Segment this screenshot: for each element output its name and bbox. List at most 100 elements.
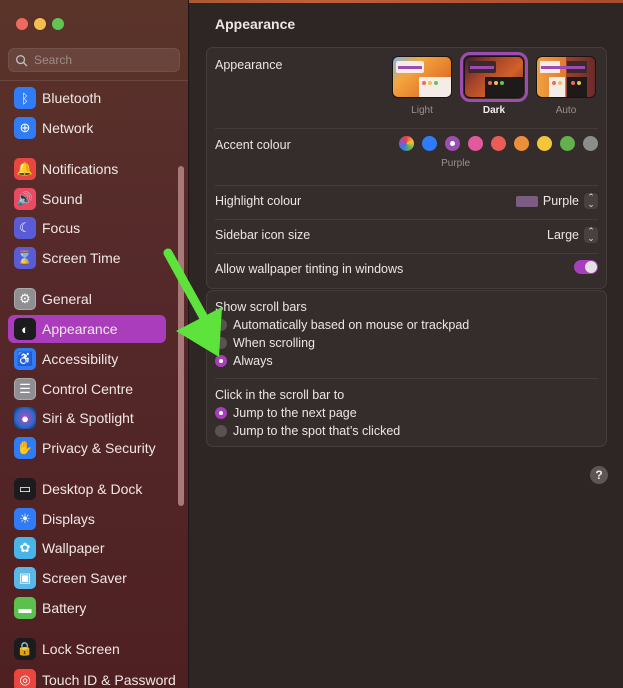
lock-icon: 🔒: [14, 638, 36, 660]
sidebar-item-appearance[interactable]: ◐ Appearance: [8, 315, 166, 343]
radio-button[interactable]: [215, 337, 227, 349]
sidebar-item-label: Network: [42, 120, 94, 136]
radio-button[interactable]: [215, 407, 227, 419]
theme-label-dark: Dark: [482, 105, 506, 116]
sidebar-item-sound[interactable]: 🔊 Sound: [8, 185, 166, 213]
divider: [215, 219, 598, 220]
highlight-colour-row: Highlight colour Purple ⌃ ⌄: [215, 193, 598, 210]
speaker-icon: 🔊: [14, 188, 36, 210]
accessibility-icon: ♿: [14, 348, 36, 370]
highlight-colour-label: Highlight colour: [215, 194, 302, 208]
sidebar-item-accessibility[interactable]: ♿ Accessibility: [8, 345, 166, 373]
toggles-icon: ☰: [14, 378, 36, 400]
flower-icon: ✿: [14, 537, 36, 559]
highlight-swatch: [515, 195, 538, 207]
accent-swatch-pink[interactable]: [468, 136, 483, 151]
sidebar-item-label: Bluetooth: [42, 90, 102, 106]
sidebar-item-label: Notifications: [42, 161, 119, 177]
search-input[interactable]: [34, 53, 174, 67]
sidebar-item-displays[interactable]: ☀ Displays: [8, 505, 166, 533]
radio-button[interactable]: [215, 425, 227, 437]
theme-option-auto[interactable]: Auto: [535, 56, 597, 116]
radio-button[interactable]: [215, 319, 227, 331]
sidebar-item-network[interactable]: ⊕ Network: [8, 114, 166, 142]
highlight-colour-popup[interactable]: Purple ⌃ ⌄: [515, 193, 598, 209]
chevron-up-down-icon: ⌃ ⌄: [584, 227, 598, 243]
search-divider: [0, 80, 188, 81]
bluetooth-icon: ᛒ: [14, 87, 36, 109]
fingerprint-icon: ◎: [14, 669, 36, 688]
sidebar-item-screen-time[interactable]: ⌛ Screen Time: [8, 244, 166, 272]
chevron-up-down-icon: ⌃ ⌄: [584, 193, 598, 209]
radio-option-jump-to-the-next-page[interactable]: Jump to the next page: [215, 406, 357, 420]
accent-swatch-orange[interactable]: [514, 136, 529, 151]
hourglass-icon: ⌛: [14, 247, 36, 269]
search-field[interactable]: [8, 48, 180, 72]
sidebar-item-wallpaper[interactable]: ✿ Wallpaper: [8, 534, 166, 562]
sidebar-item-label: Battery: [42, 600, 87, 616]
accent-swatch-blue[interactable]: [422, 136, 437, 151]
radio-option-always[interactable]: Always: [215, 354, 273, 368]
radio-label: When scrolling: [233, 336, 315, 350]
zoom-button[interactable]: [52, 18, 64, 30]
sidebar: ◠Wi-FiᛒBluetooth⊕Network🔔Notifications🔊S…: [0, 0, 189, 688]
highlight-colour-value: Purple: [542, 194, 579, 208]
dock-icon: ▭: [14, 478, 36, 500]
sidebar-item-touch-id-password[interactable]: ◎ Touch ID & Password: [8, 666, 176, 688]
sidebar-item-label: Wallpaper: [42, 540, 105, 556]
help-button[interactable]: ?: [590, 466, 608, 484]
sidebar-item-label: Screen Time: [42, 250, 121, 266]
divider: [215, 128, 598, 129]
accent-colour-row: Accent colour Purple: [215, 136, 598, 176]
theme-option-light[interactable]: Light: [391, 56, 453, 116]
divider: [215, 378, 598, 379]
sidebar-item-battery[interactable]: ▬ Battery: [8, 594, 166, 622]
dark-thumbnail: [460, 52, 528, 102]
accent-swatch-green[interactable]: [560, 136, 575, 151]
sidebar-item-focus[interactable]: ☾ Focus: [8, 214, 166, 242]
theme-option-dark[interactable]: Dark: [460, 52, 528, 116]
sidebar-item-lock-screen[interactable]: 🔒 Lock Screen: [8, 635, 166, 663]
radio-option-when-scrolling[interactable]: When scrolling: [215, 336, 315, 350]
sidebar-item-desktop-dock[interactable]: ▭ Desktop & Dock: [8, 475, 166, 503]
sidebar-item-siri-spotlight[interactable]: ● Siri & Spotlight: [8, 404, 166, 432]
light-thumbnail: [392, 56, 452, 98]
radio-option-jump-to-the-spot-that-s-clicked[interactable]: Jump to the spot that’s clicked: [215, 424, 400, 438]
radio-label: Automatically based on mouse or trackpad: [233, 318, 470, 332]
sidebar-scrollbar[interactable]: [178, 166, 184, 506]
sidebar-icon-size-row: Sidebar icon size Large ⌃ ⌄: [215, 227, 598, 244]
accent-swatch-yellow[interactable]: [537, 136, 552, 151]
radio-option-automatically-based-on-mouse-or-trackpad[interactable]: Automatically based on mouse or trackpad: [215, 318, 469, 332]
sidebar-item-label: Sound: [42, 191, 83, 207]
sidebar-item-notifications[interactable]: 🔔 Notifications: [8, 155, 166, 183]
accent-swatch-red[interactable]: [491, 136, 506, 151]
sidebar-icon-size-popup[interactable]: Large ⌃ ⌄: [547, 227, 598, 243]
bell-icon: 🔔: [14, 158, 36, 180]
appearance-settings-card: Appearance Light Dark Auto Accent colour…: [206, 47, 607, 289]
gear-icon: ⚙: [14, 288, 36, 310]
sidebar-item-screen-saver[interactable]: ▣ Screen Saver: [8, 564, 166, 592]
accent-swatch-purple[interactable]: [445, 136, 460, 151]
wallpaper-tinting-toggle[interactable]: [574, 260, 598, 274]
close-button[interactable]: [16, 18, 28, 30]
theme-label-light: Light: [411, 105, 433, 116]
sidebar-item-general[interactable]: ⚙ General: [8, 285, 166, 313]
minimize-button[interactable]: [34, 18, 46, 30]
accent-selected-name: Purple: [441, 158, 470, 169]
sidebar-item-label: Focus: [42, 220, 81, 236]
sidebar-item-label: Appearance: [42, 321, 118, 337]
moon-icon: ☾: [14, 217, 36, 239]
accent-swatches: [399, 136, 598, 151]
sidebar-item-label: Touch ID & Password: [42, 672, 176, 688]
radio-button[interactable]: [215, 355, 227, 367]
accent-swatch-multicolour[interactable]: [399, 136, 414, 151]
sidebar-item-control-centre[interactable]: ☰ Control Centre: [8, 375, 166, 403]
sidebar-item-privacy-security[interactable]: ✋ Privacy & Security: [8, 434, 166, 462]
radio-label: Jump to the next page: [233, 406, 357, 420]
accent-swatch-graphite[interactable]: [583, 136, 598, 151]
sidebar-item-bluetooth[interactable]: ᛒ Bluetooth: [8, 84, 166, 112]
click-scroll-bar-label: Click in the scroll bar to: [215, 388, 345, 402]
show-scroll-bars-label: Show scroll bars: [215, 300, 307, 314]
accent-colour-label: Accent colour: [215, 138, 291, 152]
screensaver-icon: ▣: [14, 567, 36, 589]
